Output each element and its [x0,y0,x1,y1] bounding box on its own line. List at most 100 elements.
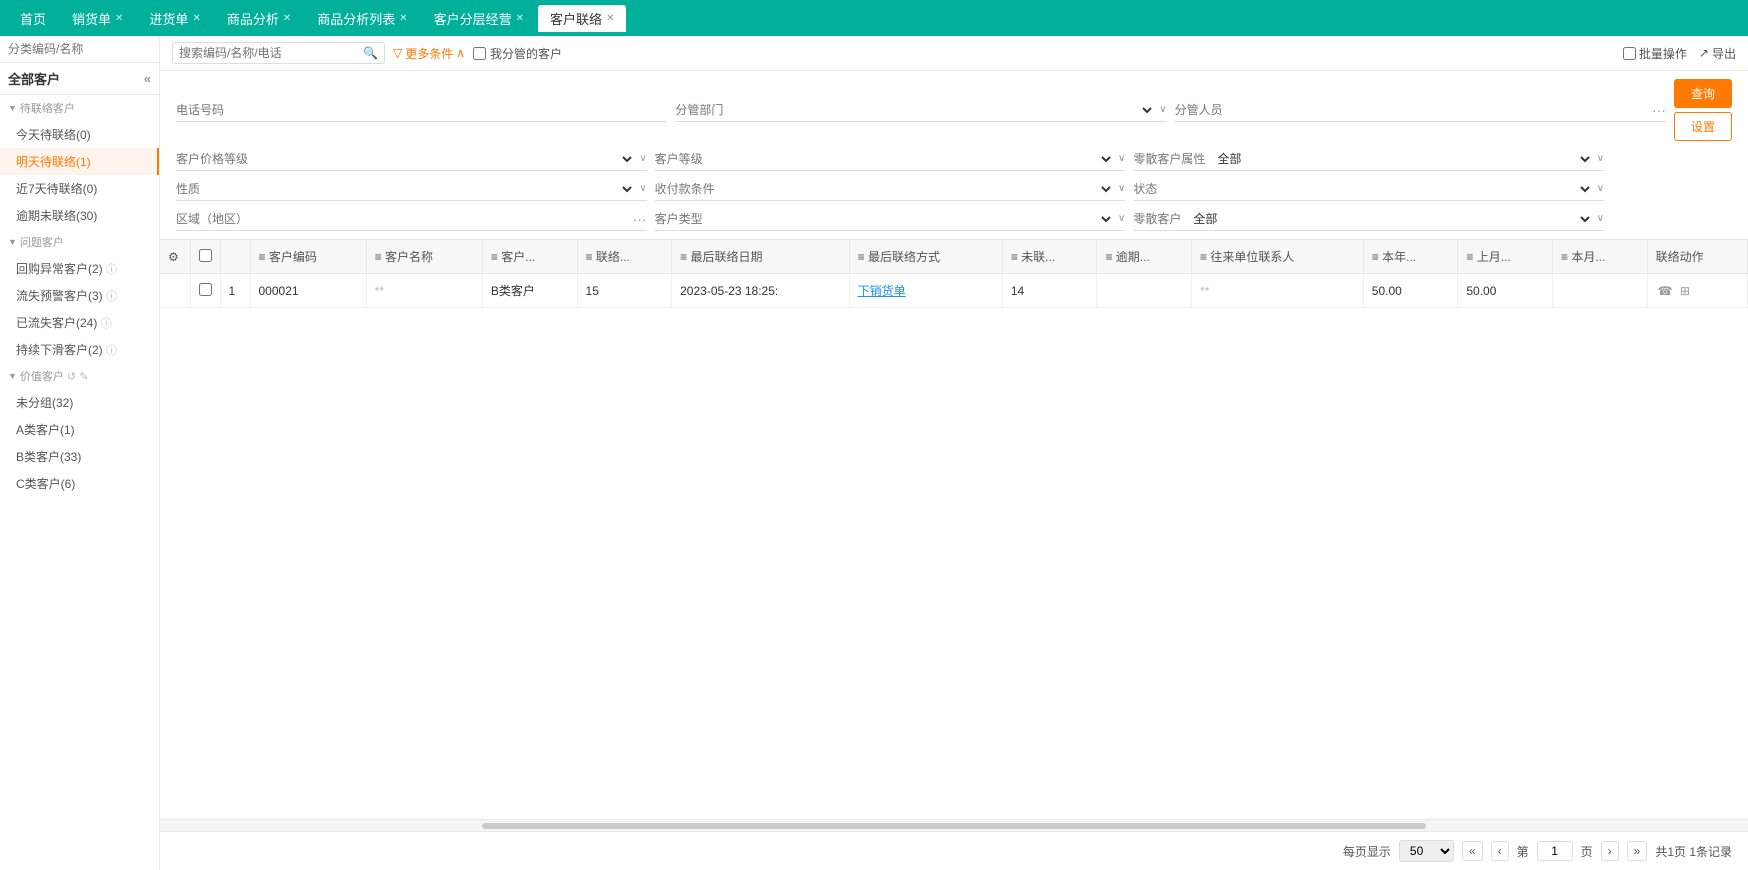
filter-customer-type-select[interactable] [711,211,1114,227]
query-button[interactable]: 查询 [1674,79,1732,108]
filter-price-level-select[interactable] [256,151,635,167]
sidebar-item-tomorrow[interactable]: 明天待联络(1) [0,148,159,175]
sidebar-item-b-class[interactable]: B类客户(33) [0,443,159,470]
col-not-contacted[interactable]: ≡ 未联... [1002,240,1097,274]
filter-nature-select[interactable] [208,181,635,197]
horizontal-scrollbar[interactable] [482,823,1425,829]
cell-not-contacted: 14 [1002,274,1097,308]
sidebar-search-input[interactable] [8,42,160,56]
col-last-contact-date[interactable]: ≡ 最后联络日期 [672,240,849,274]
gear-icon[interactable]: ⚙ [168,250,179,264]
nav-customer-contact[interactable]: 客户联络 ✕ [538,5,626,32]
col-this-month[interactable]: ≡ 本月... [1552,240,1647,274]
filter-person-dots[interactable]: ··· [1652,102,1666,118]
sidebar-item-lost-warning[interactable]: 流失预警客户(3) ⓘ [0,282,159,309]
filter-customer-level: 客户等级 ∨ [655,147,1126,171]
filter-scatter-attr-select[interactable]: 全部 [1213,151,1592,167]
nav-purchase[interactable]: 进货单 ✕ [137,5,212,32]
my-customers-check[interactable] [473,47,486,60]
nav-sales[interactable]: 销货单 ✕ [60,5,135,32]
filter-payment-arrow: ∨ [1118,183,1125,194]
filter-region-dots[interactable]: ··· [633,211,647,227]
sidebar-item-ungrouped[interactable]: 未分组(32) [0,389,159,416]
filter-dept-select[interactable] [731,102,1155,118]
col-customer-type[interactable]: ≡ 客户... [482,240,577,274]
toolbar: 🔍 ▽ 更多条件 ∧ 我分管的客户 批量操作 ↗ 导出 [160,36,1748,71]
col-last-month[interactable]: ≡ 上月... [1458,240,1553,274]
page-size-select[interactable]: 50 100 200 [1399,840,1454,862]
sidebar-all-customers[interactable]: 全部客户 « [0,63,159,95]
nav-customer-tier[interactable]: 客户分层经营 ✕ [422,5,536,32]
col-overdue[interactable]: ≡ 逾期... [1097,240,1192,274]
nav-close-product-analysis[interactable]: ✕ [283,13,291,24]
page-suffix: 页 [1581,843,1593,860]
select-all-checkbox[interactable] [199,249,212,262]
table-container: ⚙ ≡ 客户编码 ≡ 客户名称 ≡ 客户... [160,240,1748,819]
sidebar-item-today[interactable]: 今天待联络(0) [0,121,159,148]
col-contact[interactable]: ≡ 联络... [577,240,672,274]
col-customer-code[interactable]: ≡ 客户编码 [250,240,366,274]
filter-phone-input[interactable] [232,103,667,117]
filter-payment-select[interactable] [723,181,1114,197]
row-checkbox[interactable] [199,283,212,296]
table-header-row: ⚙ ≡ 客户编码 ≡ 客户名称 ≡ 客户... [160,240,1748,274]
filter-region-label: 区域（地区） [176,210,248,227]
filter-scatter-attr-arrow: ∨ [1597,153,1604,164]
first-page-btn[interactable]: « [1462,841,1483,861]
setting-button[interactable]: 设置 [1674,112,1732,141]
col-gear[interactable]: ⚙ [160,240,190,274]
col-customer-name[interactable]: ≡ 客户名称 [366,240,482,274]
more-filter-btn[interactable]: ▽ 更多条件 ∧ [393,45,465,62]
collapse-icon[interactable]: « [144,71,151,86]
nav-close-product-analysis-list[interactable]: ✕ [399,13,407,24]
page-input[interactable] [1537,841,1573,861]
content-area: 🔍 ▽ 更多条件 ∧ 我分管的客户 批量操作 ↗ 导出 [160,36,1748,870]
col-last-contact-method[interactable]: ≡ 最后联络方式 [849,240,1002,274]
sidebar-item-7days[interactable]: 近7天待联络(0) [0,175,159,202]
sidebar-item-c-class[interactable]: C类客户(6) [0,470,159,497]
bulk-checkbox[interactable] [1623,47,1636,60]
sidebar-item-lost[interactable]: 已流失客户(24) ⓘ [0,309,159,336]
filter-payment: 收付款条件 ∨ [655,177,1126,201]
nav-close-sales[interactable]: ✕ [115,13,123,24]
sidebar-item-a-class[interactable]: A类客户(1) [0,416,159,443]
search-icon[interactable]: 🔍 [363,46,378,60]
next-page-btn[interactable]: › [1601,841,1619,861]
cell-overdue [1097,274,1192,308]
last-page-btn[interactable]: » [1627,841,1648,861]
filter-customer-type-arrow: ∨ [1118,213,1125,224]
sidebar-item-repurchase-anomaly[interactable]: 回购异常客户(2) ⓘ [0,255,159,282]
nav-product-analysis-list[interactable]: 商品分析列表 ✕ [305,5,419,32]
filter-scatter-customer-select[interactable]: 全部 [1189,211,1592,227]
search-input[interactable] [179,46,359,60]
nav-close-customer-contact[interactable]: ✕ [606,13,614,24]
last-contact-link[interactable]: 下销货单 [858,284,906,298]
action-grid-icon[interactable]: ⊞ [1680,284,1690,298]
export-btn[interactable]: ↗ 导出 [1699,45,1736,62]
filter-region: 区域（地区） ··· [176,207,647,231]
filter-nature-label: 性质 [176,180,200,197]
top-nav: 首页 销货单 ✕ 进货单 ✕ 商品分析 ✕ 商品分析列表 ✕ 客户分层经营 ✕ … [0,0,1748,36]
nav-close-purchase[interactable]: ✕ [192,13,200,24]
my-customers-checkbox[interactable]: 我分管的客户 [473,45,562,62]
action-phone-icon[interactable]: ☎ [1658,284,1673,298]
nav-product-analysis[interactable]: 商品分析 ✕ [215,5,303,32]
sidebar-item-declining[interactable]: 持续下滑客户(2) ⓘ [0,336,159,363]
bulk-op-btn[interactable]: 批量操作 [1623,45,1687,62]
sidebar-item-overdue[interactable]: 逾期未联络(30) [0,202,159,229]
cell-last-contact-method[interactable]: 下销货单 [849,274,1002,308]
filter-dept-arrow: ∨ [1159,104,1166,115]
filter-customer-level-select[interactable] [711,151,1114,167]
col-this-year[interactable]: ≡ 本年... [1363,240,1458,274]
nav-home[interactable]: 首页 [8,5,58,32]
filter-payment-label: 收付款条件 [655,180,715,197]
col-contacts[interactable]: ≡ 往来单位联系人 [1192,240,1364,274]
total-label: 共1页 1条记录 [1655,843,1732,860]
nav-close-customer-tier[interactable]: ✕ [516,13,524,24]
cell-customer-name: ** [366,274,482,308]
filter-status-select[interactable] [1165,181,1592,197]
prev-page-btn[interactable]: ‹ [1491,841,1509,861]
filter-row-4: 区域（地区） ··· 客户类型 ∨ 零散客户 全部 ∨ [176,207,1732,231]
filter-region-input[interactable] [256,212,629,226]
filter-person-input[interactable] [1231,103,1648,117]
